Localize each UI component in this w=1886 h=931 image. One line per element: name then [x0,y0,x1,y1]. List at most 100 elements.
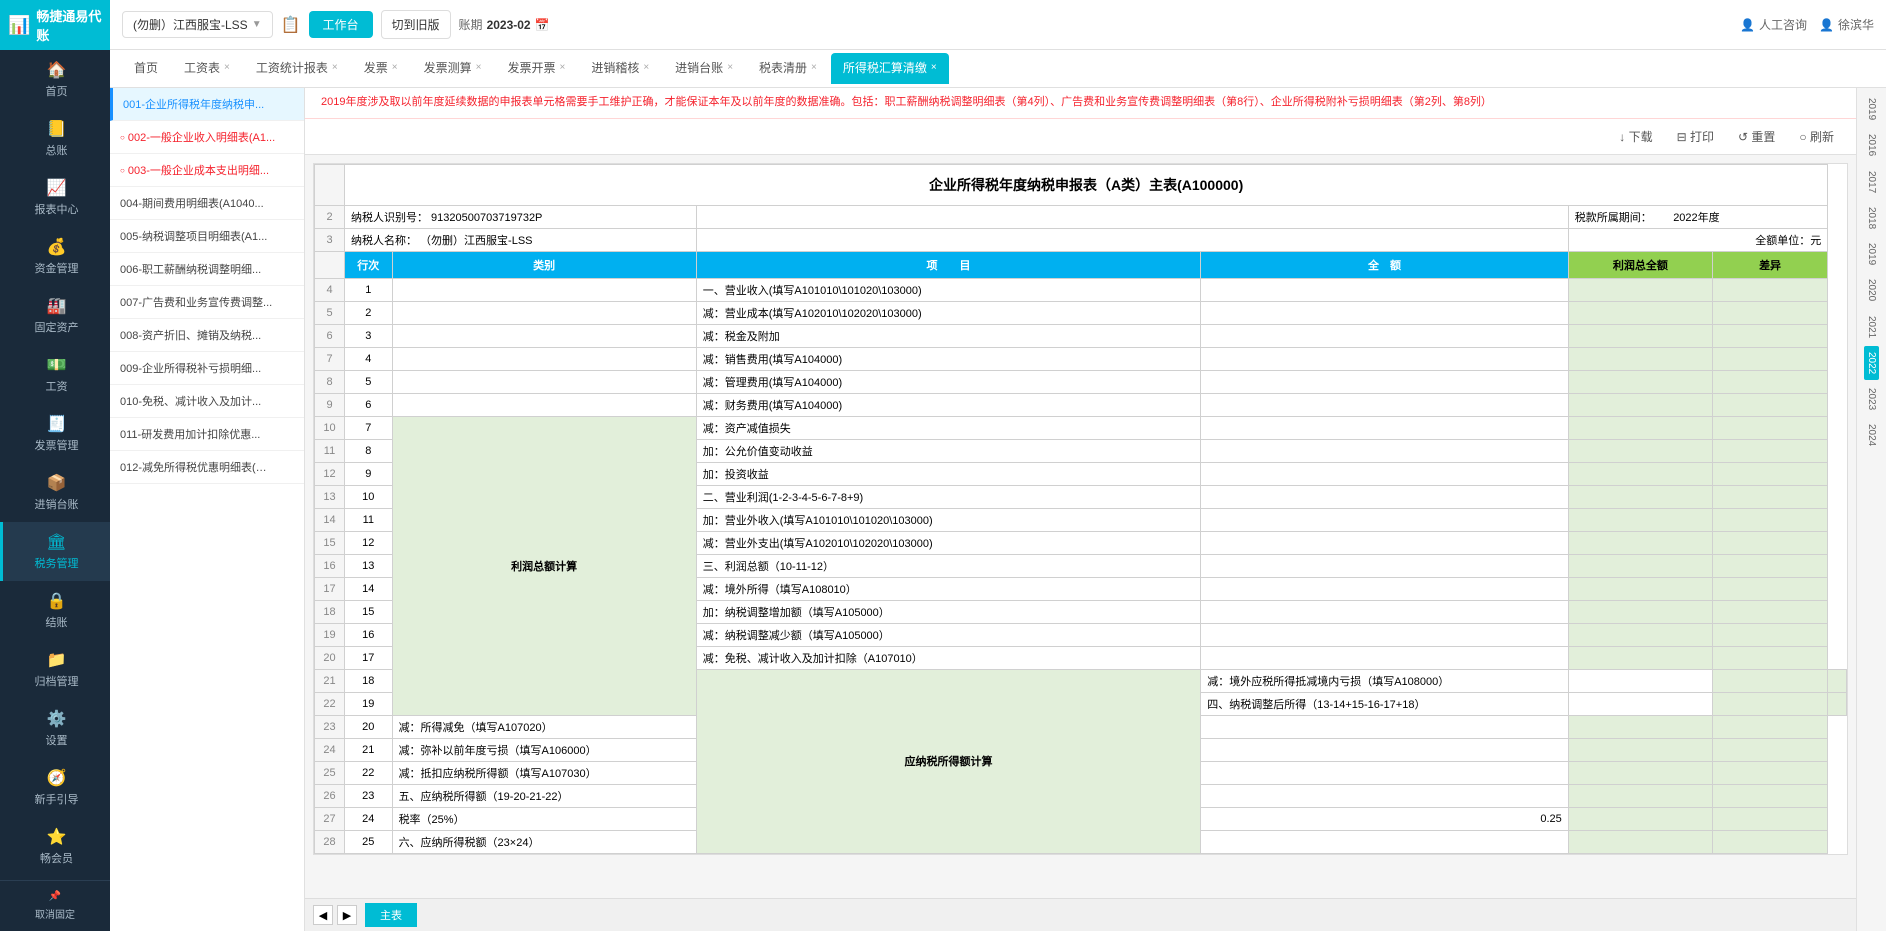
sidebar-item-settings[interactable]: ⚙️设置 [0,699,110,758]
spreadsheet-wrap[interactable]: 企业所得税年度纳税申报表（A类）主表(A100000) 2 纳税人识别号： 91… [305,155,1856,898]
form-list-item-009[interactable]: 009-企业所得税补亏损明细... [110,352,304,385]
item-cell: 减：管理费用(填写A104000) [696,370,1200,393]
item-cell: 减：境外应税所得抵减境内亏损（填写A108000） [1201,669,1569,692]
diff-cell [1712,508,1827,531]
year-item-2018[interactable]: 2018 [1864,201,1879,235]
year-item-2019[interactable]: 2019 [1864,237,1879,271]
sheet-nav-left[interactable]: ◀ [313,905,333,925]
sidebar-item-salary[interactable]: 💵工资 [0,345,110,404]
tab-label: 税表清册 [759,59,807,76]
form-list-item-008[interactable]: 008-资产折旧、摊销及纳税... [110,319,304,352]
sidebar-nav: 🏠首页📒总账📈报表中心💰资金管理🏭固定资产💵工资🧾发票管理📦进销台账🏛税务管理🔒… [0,50,110,880]
year-item-2016[interactable]: 2016 [1864,128,1879,162]
sidebar-item-reports[interactable]: 📈报表中心 [0,168,110,227]
switch-version-button[interactable]: 切到旧版 [381,10,451,39]
seq-cell: 3 [345,324,393,347]
row-num [315,164,345,205]
form-list-item-002[interactable]: 002-一般企业收入明细表(A1... [110,121,304,154]
seq-cell: 5 [345,370,393,393]
form-list-item-011[interactable]: 011-研发费用加计扣除优惠... [110,418,304,451]
tab-close-icon[interactable]: × [559,62,565,73]
tab-purchase_ledger[interactable]: 进销台账× [663,53,745,84]
item-cell: 六、应纳所得税额（23×24） [392,830,696,853]
sidebar-item-tax[interactable]: 🏛税务管理 [0,522,110,581]
tab-invoice_open[interactable]: 发票开票× [495,53,577,84]
amount-cell [1201,531,1569,554]
sidebar-item-ledger[interactable]: 📒总账 [0,109,110,168]
seq-cell: 1 [345,278,393,301]
company-name: (勿删）江西服宝-LSS [133,16,248,33]
tab-salary[interactable]: 工资表× [172,53,242,84]
diff-cell [1712,761,1827,784]
print-button[interactable]: ⊟ 打印 [1671,125,1720,148]
table-row: 8 5 减：管理费用(填写A104000) [315,370,1847,393]
form-list-item-010[interactable]: 010-免税、减计收入及加计... [110,385,304,418]
sidebar-item-archive[interactable]: 📁归档管理 [0,640,110,699]
sheet-tab-main[interactable]: 主表 [365,903,417,927]
diff-cell [1712,807,1827,830]
sidebar-item-home[interactable]: 🏠首页 [0,50,110,109]
year-item-2023[interactable]: 2023 [1864,382,1879,416]
tab-invoice_calc[interactable]: 发票测算× [412,53,494,84]
form-list-item-001[interactable]: 001-企业所得税年度纳税申... [110,88,304,121]
app-logo: 📊 畅捷通易代账 [0,0,110,50]
tab-purchase_check[interactable]: 进销稽核× [579,53,661,84]
year-item-2017[interactable]: 2017 [1864,165,1879,199]
workbench-button[interactable]: 工作台 [309,11,373,38]
tab-close-icon[interactable]: × [931,62,937,73]
sidebar-item-invoice[interactable]: 🧾发票管理 [0,404,110,463]
diff-cell [1712,577,1827,600]
year-item-2024[interactable]: 2024 [1864,418,1879,452]
tab-tax_clear[interactable]: 税表清册 × [747,53,829,84]
sidebar-item-purchase[interactable]: 📦进销台账 [0,463,110,522]
year-item-2020[interactable]: 2020 [1864,273,1879,307]
tab-close-icon[interactable]: × [811,62,817,73]
sidebar-item-assets[interactable]: 💰资金管理 [0,227,110,286]
calendar-icon[interactable]: 📅 [535,18,550,32]
sheet-nav-right[interactable]: ▶ [337,905,357,925]
table-row: 7 4 减：销售费用(填写A104000) [315,347,1847,370]
tab-close-icon[interactable]: × [476,62,482,73]
year-item-2022[interactable]: 2022 [1864,346,1879,380]
tab-salary_stats[interactable]: 工资统计报表 × [244,53,350,84]
form-list-item-004[interactable]: 004-期间费用明细表(A1040... [110,187,304,220]
form-list-item-012[interactable]: 012-减免所得税优惠明细表(… [110,451,304,484]
tab-close-icon[interactable]: × [392,62,398,73]
tab-close-icon[interactable]: × [727,62,733,73]
item-cell: 三、利润总额（10-11-12） [696,554,1200,577]
reset-button[interactable]: ↺ 重置 [1732,125,1781,148]
form-list-item-006[interactable]: 006-职工薪酬纳税调整明细... [110,253,304,286]
diff-cell [1712,784,1827,807]
download-button[interactable]: ↓ 下载 [1613,125,1658,148]
tab-home[interactable]: 首页 [122,53,170,84]
tab-invoice_mgr[interactable]: 发票× [352,53,410,84]
amount-cell [1201,370,1569,393]
sidebar-item-close[interactable]: 🔒结账 [0,581,110,640]
item-cell: 减：营业成本(填写A102010\102020\103000) [696,301,1200,324]
form-list-item-007[interactable]: 007-广告费和业务宣传费调整... [110,286,304,319]
document-icon[interactable]: 📋 [281,15,301,35]
form-list-item-003[interactable]: 003-一般企业成本支出明细... [110,154,304,187]
sidebar-item-guide[interactable]: 🧭新手引导 [0,758,110,817]
refresh-button[interactable]: ○ 刷新 [1793,125,1840,148]
tab-close-icon[interactable]: × [224,62,230,73]
tab-bar: 首页工资表×工资统计报表×发票×发票测算×发票开票×进销稽核×进销台账×税表清册… [110,50,1886,88]
item-cell: 加：营业外收入(填写A101010\101020\103000) [696,508,1200,531]
profit-cell [1568,738,1712,761]
sidebar-footer[interactable]: 📌 取消固定 [0,880,110,931]
year-item-2019[interactable]: 2019 [1864,92,1879,126]
tab-close-icon[interactable]: × [332,62,338,73]
user-profile[interactable]: 👤 徐滨华 [1819,16,1874,33]
tab-label: 工资统计报表 [256,59,328,76]
ai-consult-button[interactable]: 👤 人工咨询 [1740,16,1807,33]
tab-close-icon[interactable]: × [643,62,649,73]
row-num-2: 2 [315,205,345,228]
company-selector[interactable]: (勿删）江西服宝-LSS ▼ [122,11,273,38]
form-list-item-005[interactable]: 005-纳税调整项目明细表(A1... [110,220,304,253]
invoice-icon: 🧾 [47,414,67,434]
sidebar-item-fixed[interactable]: 🏭固定资产 [0,286,110,345]
year-item-2021[interactable]: 2021 [1864,310,1879,344]
diff-cell [1712,324,1827,347]
sidebar-item-member[interactable]: ⭐畅会员 [0,817,110,876]
tab-income_tax[interactable]: 所得税汇算清缴× [831,53,949,84]
